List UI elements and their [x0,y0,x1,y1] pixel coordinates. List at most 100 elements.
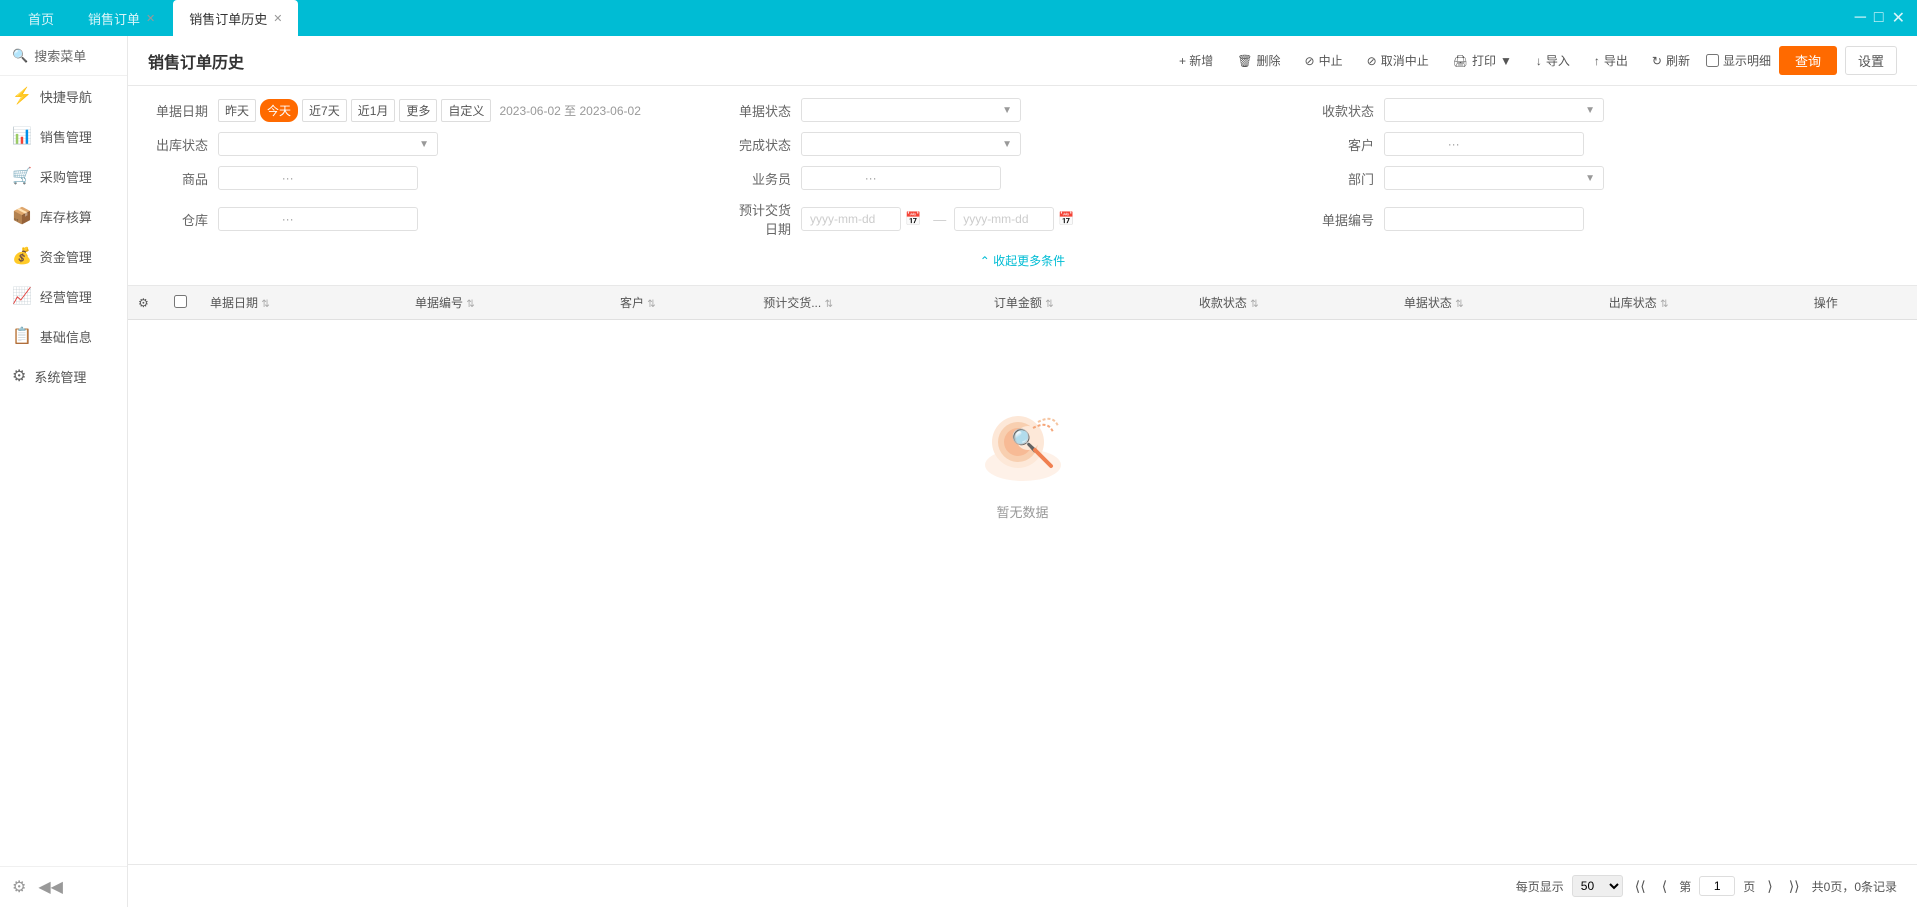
tab-home[interactable]: 首页 [12,0,70,36]
window-maximize-icon[interactable]: □ [1874,9,1884,27]
date-7days-btn[interactable]: 近7天 [302,99,347,122]
date-more-btn[interactable]: 更多 [399,99,437,122]
query-button[interactable]: 查询 [1779,46,1837,75]
add-button[interactable]: + 新增 [1171,48,1221,73]
settings-icon[interactable]: ⚙ [12,877,26,897]
th-voucher-date[interactable]: 单据日期 ⇅ [200,286,405,320]
th-order-amount[interactable]: 订单金额 ⇅ [984,286,1189,320]
receipt-status-label: 收款状态 [1314,101,1384,120]
th-operation: 操作 [1804,286,1917,320]
collapse-sidebar-icon[interactable]: ◀◀ [38,877,63,897]
cancel-stop-button[interactable]: ⊘ 取消中止 [1359,48,1437,73]
salesperson-label: 业务员 [731,169,801,188]
voucher-status-select[interactable]: ▼ [801,98,1021,122]
filter-row-1: 单据日期 昨天 今天 近7天 近1月 更多 自定义 2023-06-02 至 2… [148,98,1897,122]
delete-button[interactable]: 🗑 删除 [1229,48,1288,73]
per-page-label: 每页显示 [1516,878,1564,895]
date-buttons: 昨天 今天 近7天 近1月 更多 自定义 [218,99,491,122]
filter-col-warehouse: 仓库 ··· [148,207,731,231]
customer-dots-icon[interactable]: ··· [1448,137,1460,151]
calendar-end-icon[interactable]: 📅 [1058,211,1074,227]
operations-icon: 📈 [12,286,32,306]
show-detail-checkbox[interactable] [1706,54,1719,67]
filter-col-customer: 客户 ··· [1314,132,1897,156]
calendar-start-icon[interactable]: 📅 [905,211,921,227]
empty-text: 暂无数据 [996,502,1048,521]
warehouse-status-select[interactable]: ▼ [218,132,438,156]
filter-col-warehouse-status: 出库状态 ▼ [148,132,731,156]
date-today-btn[interactable]: 今天 [260,99,298,122]
warehouse-input[interactable]: ··· [218,207,418,231]
purchase-icon: 🛒 [12,166,32,186]
show-detail-checkbox-label[interactable]: 显示明细 [1706,52,1771,69]
salesperson-input[interactable]: ··· [801,166,1001,190]
th-receipt-status[interactable]: 收款状态 ⇅ [1189,286,1394,320]
sidebar-item-purchase[interactable]: 🛒 采购管理 [0,156,127,196]
date-1month-btn[interactable]: 近1月 [351,99,396,122]
complete-status-select[interactable]: ▼ [801,132,1021,156]
sidebar-item-operations[interactable]: 📈 经营管理 [0,276,127,316]
th-checkbox[interactable] [164,286,200,320]
delivery-date-end-input[interactable]: yyyy-mm-dd [954,207,1054,231]
total-label: 共0页，0条记录 [1812,878,1897,895]
export-button[interactable]: ↑ 导出 [1586,48,1636,73]
th-voucher-no[interactable]: 单据编号 ⇅ [405,286,610,320]
prev-btn[interactable]: ⟨ [1658,876,1671,897]
window-close-icon[interactable]: ✕ [1892,8,1905,28]
delivery-date-start-input[interactable]: yyyy-mm-dd [801,207,901,231]
delivery-date-start-placeholder: yyyy-mm-dd [810,212,875,226]
system-icon: ⚙ [12,366,26,386]
filter-row-2: 出库状态 ▼ 完成状态 ▼ 客户 [148,132,1897,156]
tab-sales-order-history[interactable]: 销售订单历史 ✕ [173,0,298,36]
next-last-btn[interactable]: ⟩⟩ [1785,876,1804,897]
top-bar: 首页 销售订单 ✕ 销售订单历史 ✕ ─ □ ✕ [0,0,1917,36]
customer-input[interactable]: ··· [1384,132,1584,156]
delete-icon: 🗑 [1237,54,1252,68]
stop-icon: ⊘ [1305,54,1315,68]
table-header-row: ⚙ 单据日期 ⇅ 单据编号 ⇅ 客户 ⇅ [128,286,1917,320]
filter-col-date: 单据日期 昨天 今天 近7天 近1月 更多 自定义 2023-06-02 至 2… [148,99,731,122]
th-delivery-date[interactable]: 预计交货... ⇅ [753,286,984,320]
sidebar-item-system[interactable]: ⚙ 系统管理 [0,356,127,396]
sidebar-item-inventory[interactable]: 📦 库存核算 [0,196,127,236]
sort-delivery-date-icon: ⇅ [825,299,833,310]
department-select[interactable]: ▼ [1384,166,1604,190]
per-page-select[interactable]: 10 20 50 100 [1572,875,1623,897]
th-settings[interactable]: ⚙ [128,286,164,320]
set-button[interactable]: 设置 [1845,46,1897,75]
product-input[interactable]: ··· [218,166,418,190]
tab-list: 首页 销售订单 ✕ 销售订单历史 ✕ [12,0,298,36]
product-dots-icon[interactable]: ··· [282,171,294,185]
sidebar-item-basic-info[interactable]: 📋 基础信息 [0,316,127,356]
window-minimize-icon[interactable]: ─ [1855,9,1866,27]
sidebar-search[interactable]: 🔍 搜索菜单 [0,36,127,76]
tab-sales-order[interactable]: 销售订单 ✕ [72,0,171,36]
filter-col-receipt-status: 收款状态 ▼ [1314,98,1897,122]
import-button[interactable]: ↓ 导入 [1528,48,1578,73]
prev-first-btn[interactable]: ⟨⟨ [1631,876,1650,897]
sidebar-item-quick-nav[interactable]: ⚡ 快捷导航 [0,76,127,116]
print-button[interactable]: 🖨 打印 ▼ [1445,48,1520,73]
page-number-input[interactable] [1699,876,1735,896]
receipt-status-select[interactable]: ▼ [1384,98,1604,122]
voucher-no-input[interactable] [1384,207,1584,231]
close-tab-sales-order-icon[interactable]: ✕ [146,12,155,25]
salesperson-dots-icon[interactable]: ··· [865,171,877,185]
date-yesterday-btn[interactable]: 昨天 [218,99,256,122]
stop-button[interactable]: ⊘ 中止 [1297,48,1351,73]
date-custom-btn[interactable]: 自定义 [441,99,491,122]
collapse-more-btn[interactable]: ⌃ 收起更多条件 [148,248,1897,273]
refresh-button[interactable]: ↻ 刷新 [1644,48,1698,73]
select-all-checkbox[interactable] [174,295,187,308]
sidebar-item-finance[interactable]: 💰 资金管理 [0,236,127,276]
close-tab-sales-order-history-icon[interactable]: ✕ [273,12,282,25]
content-area: 销售订单历史 + 新增 🗑 删除 ⊘ 中止 ⊘ 取消中止 🖨 打印 [128,36,1917,907]
sidebar-item-sales[interactable]: 📊 销售管理 [0,116,127,156]
warehouse-dots-icon[interactable]: ··· [282,212,294,226]
th-voucher-status[interactable]: 单据状态 ⇅ [1394,286,1599,320]
th-customer[interactable]: 客户 ⇅ [610,286,753,320]
next-btn[interactable]: ⟩ [1763,876,1776,897]
th-warehouse-status[interactable]: 出库状态 ⇅ [1599,286,1804,320]
warehouse-status-label: 出库状态 [148,135,218,154]
department-label: 部门 [1314,169,1384,188]
